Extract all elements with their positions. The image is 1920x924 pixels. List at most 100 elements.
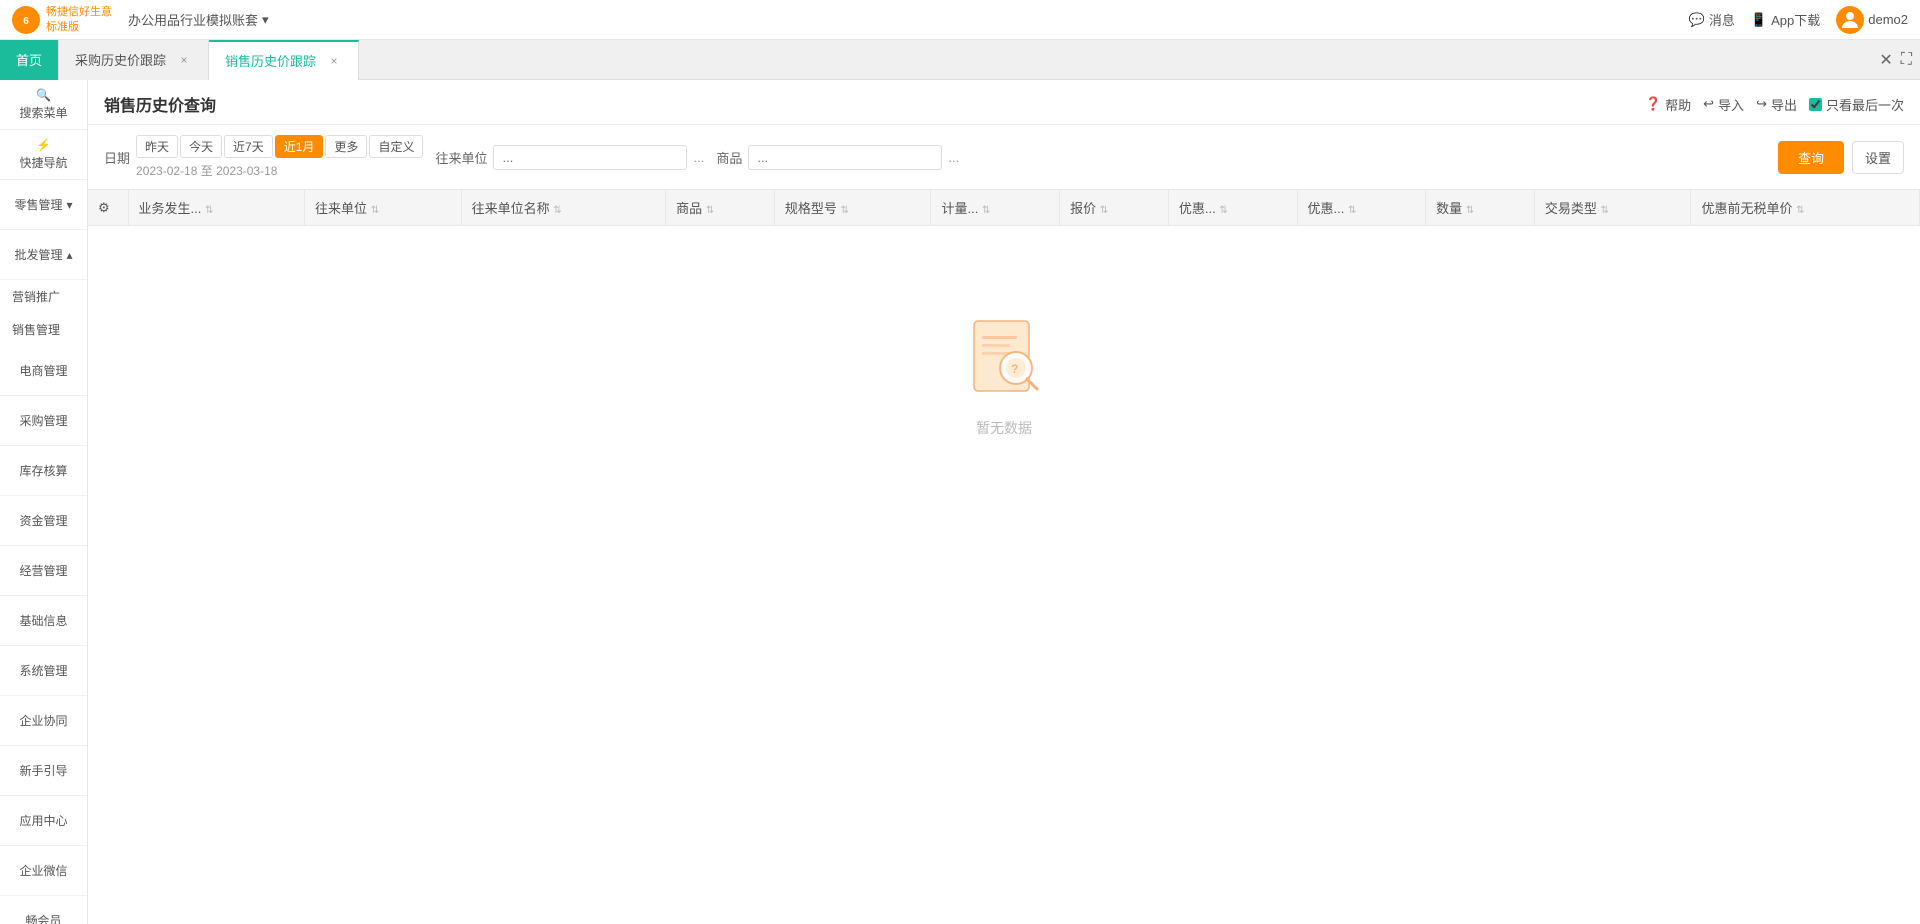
app-logo: 6 [12, 6, 40, 34]
date-btn-last1month[interactable]: 近1月 [275, 135, 324, 158]
sidebar-sub-item-sales-mgmt[interactable]: 销售管理 [0, 313, 87, 346]
sidebar-item-quick-nav[interactable]: ⚡ 快捷导航 [0, 130, 87, 180]
sidebar-item-enterprise-coop[interactable]: 企业协同 [0, 696, 87, 746]
page-header: 销售历史价查询 ❓ 帮助 ↩ 导入 ↪ 导出 只看最后一次 [88, 80, 1920, 125]
sort-icon: ⇅ [1601, 205, 1609, 216]
maximize-button[interactable]: ⛶ [1901, 51, 1912, 69]
chevron-down-icon: ▾ [66, 198, 72, 212]
chevron-up-icon: ▴ [66, 248, 72, 262]
th-quote-price[interactable]: 报价 ⇅ [1060, 190, 1169, 226]
help-button[interactable]: ❓ 帮助 [1645, 95, 1691, 114]
partner-input[interactable] [493, 145, 687, 170]
user-menu[interactable]: demo2 [1836, 6, 1908, 34]
header-left: 6 畅捷信好生意 标准版 办公用品行业模拟账套 ▾ [12, 5, 277, 34]
top-header: 6 畅捷信好生意 标准版 办公用品行业模拟账套 ▾ 💬 消息 📱 App下载 d… [0, 0, 1920, 40]
export-button[interactable]: ↪ 导出 [1756, 95, 1797, 114]
sort-icon: ⇅ [841, 205, 849, 216]
sort-icon: ⇅ [205, 205, 213, 216]
sort-icon: ⇅ [1348, 205, 1356, 216]
date-btn-yesterday[interactable]: 昨天 [136, 135, 178, 158]
th-unit[interactable]: 计量... ⇅ [931, 190, 1060, 226]
sidebar-item-operations[interactable]: 经营管理 [0, 546, 87, 596]
date-btn-last7days[interactable]: 近7天 [224, 135, 273, 158]
tab-sales[interactable]: 销售历史价跟踪 × [209, 40, 359, 80]
tab-purchase[interactable]: 采购历史价跟踪 × [59, 40, 209, 80]
sidebar-item-enterprise-wechat[interactable]: 企业微信 [0, 846, 87, 896]
sidebar-item-search-menu[interactable]: 🔍 搜索菜单 [0, 80, 87, 130]
sidebar-item-wholesale-mgmt[interactable]: 批发管理 ▴ [0, 230, 87, 280]
svg-text:?: ? [1011, 362, 1018, 376]
date-btn-more[interactable]: 更多 [325, 135, 367, 158]
tab-purchase-close[interactable]: × [176, 52, 192, 68]
tab-sales-close[interactable]: × [326, 53, 342, 69]
export-icon: ↪ [1756, 96, 1767, 112]
th-discount1[interactable]: 优惠... ⇅ [1168, 190, 1297, 226]
settings-button[interactable]: 设置 [1852, 141, 1904, 174]
sidebar-item-vip-member[interactable]: 畅会员 [0, 896, 87, 924]
sort-icon: ⇅ [371, 205, 379, 216]
sidebar: 🔍 搜索菜单 ⚡ 快捷导航 零售管理 ▾ 批发管理 ▴ 营销推广 销售管理 电商… [0, 80, 88, 924]
date-filter-group: 日期 昨天 今天 近7天 近1月 更多 自定义 2023-02-18 至 202… [104, 135, 423, 179]
sort-icon: ⇅ [1100, 205, 1108, 216]
tab-bar: 首页 采购历史价跟踪 × 销售历史价跟踪 × ✕ ⛶ [0, 40, 1920, 80]
th-discount2[interactable]: 优惠... ⇅ [1297, 190, 1426, 226]
main-layout: 🔍 搜索菜单 ⚡ 快捷导航 零售管理 ▾ 批发管理 ▴ 营销推广 销售管理 电商… [0, 80, 1920, 924]
last-only-checkbox-group: 只看最后一次 [1809, 95, 1904, 114]
chevron-down-icon: ▾ [262, 12, 269, 28]
tab-home[interactable]: 首页 [0, 40, 59, 80]
sidebar-item-purchase-mgmt[interactable]: 采购管理 [0, 396, 87, 446]
th-partner-code[interactable]: 往来单位 ⇅ [305, 190, 462, 226]
sort-icon: ⇅ [1466, 205, 1474, 216]
partner-dots: ... [693, 150, 704, 165]
sidebar-item-system-mgmt[interactable]: 系统管理 [0, 646, 87, 696]
filter-buttons: 查询 设置 [1778, 141, 1904, 174]
close-all-tabs-button[interactable]: ✕ [1879, 50, 1892, 70]
industry-selector[interactable]: 办公用品行业模拟账套 ▾ [120, 6, 277, 33]
sidebar-item-app-center[interactable]: 应用中心 [0, 796, 87, 846]
date-btn-today[interactable]: 今天 [180, 135, 222, 158]
sidebar-item-finance[interactable]: 资金管理 [0, 496, 87, 546]
download-icon: 📱 [1751, 12, 1767, 28]
last-only-label[interactable]: 只看最后一次 [1826, 95, 1904, 114]
search-icon: 🔍 [36, 88, 51, 102]
sidebar-item-inventory[interactable]: 库存核算 [0, 446, 87, 496]
th-product[interactable]: 商品 ⇅ [666, 190, 775, 226]
import-button[interactable]: ↩ 导入 [1703, 95, 1744, 114]
sidebar-sub-item-marketing[interactable]: 营销推广 [0, 280, 87, 313]
empty-state: ? 暂无数据 [88, 226, 1920, 518]
nav-icon: ⚡ [36, 138, 51, 152]
product-dots: ... [948, 150, 959, 165]
empty-text: 暂无数据 [976, 418, 1032, 438]
last-only-checkbox[interactable] [1809, 98, 1822, 111]
empty-illustration: ? [954, 306, 1054, 406]
svg-text:6: 6 [23, 16, 29, 27]
filter-bar: 日期 昨天 今天 近7天 近1月 更多 自定义 2023-02-18 至 202… [88, 125, 1920, 190]
th-biz-date[interactable]: 业务发生... ⇅ [128, 190, 305, 226]
th-trade-type[interactable]: 交易类型 ⇅ [1534, 190, 1691, 226]
sort-icon: ⇅ [1219, 205, 1227, 216]
query-button[interactable]: 查询 [1778, 141, 1844, 174]
product-label: 商品 [716, 148, 742, 167]
sidebar-item-new-guide[interactable]: 新手引导 [0, 746, 87, 796]
sidebar-item-ecommerce[interactable]: 电商管理 [0, 346, 87, 396]
logo-text: 畅捷信好生意 标准版 [46, 5, 112, 34]
app-download-button[interactable]: 📱 App下载 [1751, 10, 1820, 29]
th-settings: ⚙ [88, 190, 128, 226]
date-range-buttons: 昨天 今天 近7天 近1月 更多 自定义 [136, 135, 423, 158]
help-icon: ❓ [1645, 96, 1661, 112]
avatar [1836, 6, 1864, 34]
settings-icon[interactable]: ⚙ [98, 200, 110, 215]
sidebar-item-basic-info[interactable]: 基础信息 [0, 596, 87, 646]
th-partner-name[interactable]: 往来单位名称 ⇅ [461, 190, 665, 226]
message-button[interactable]: 💬 消息 [1689, 10, 1735, 29]
import-icon: ↩ [1703, 96, 1714, 112]
page-title: 销售历史价查询 [104, 92, 216, 116]
th-quantity[interactable]: 数量 ⇅ [1426, 190, 1535, 226]
date-btn-custom[interactable]: 自定义 [369, 135, 423, 158]
sort-icon: ⇅ [1796, 205, 1804, 216]
product-input[interactable] [748, 145, 942, 170]
th-spec[interactable]: 规格型号 ⇅ [774, 190, 931, 226]
th-pretax-price[interactable]: 优惠前无税单价 ⇅ [1691, 190, 1920, 226]
sidebar-item-retail-mgmt[interactable]: 零售管理 ▾ [0, 180, 87, 230]
page-actions: ❓ 帮助 ↩ 导入 ↪ 导出 只看最后一次 [1645, 95, 1904, 114]
